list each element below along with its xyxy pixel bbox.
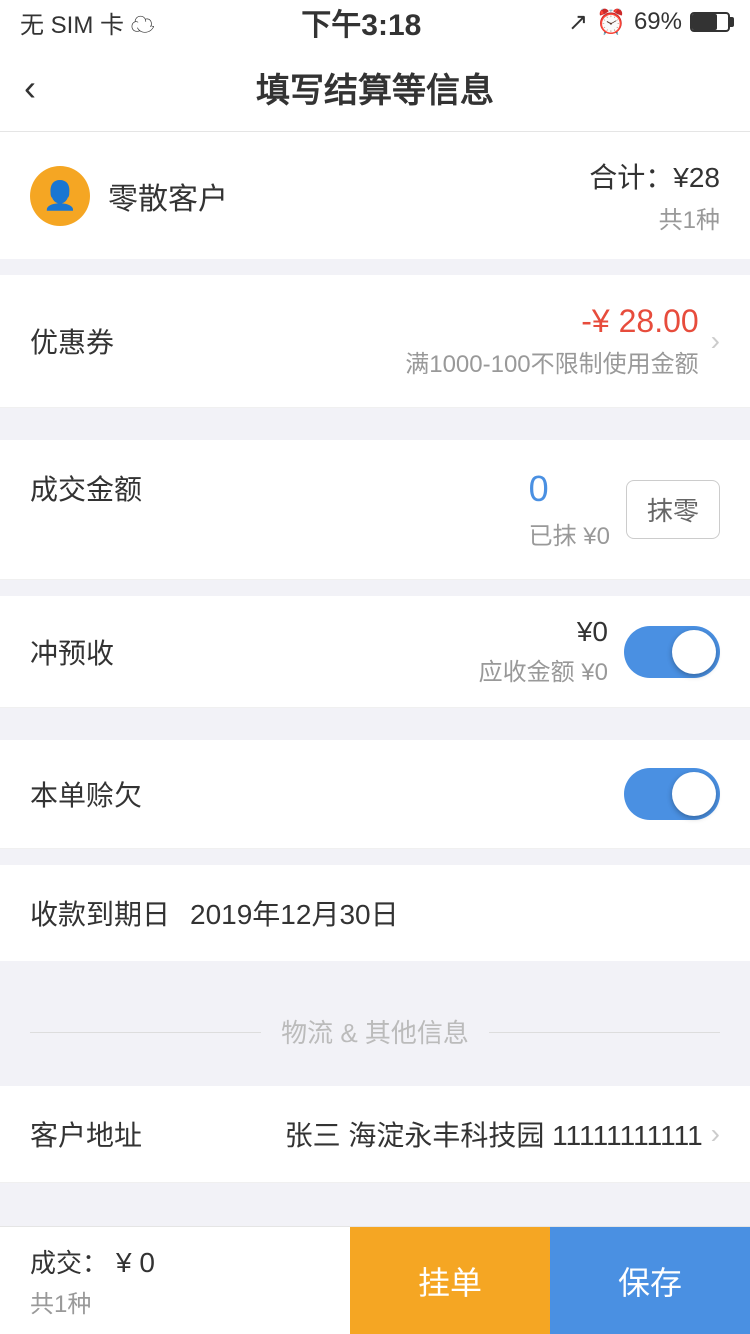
prepay-sub-value: 应收金额 ¥0 [479,652,608,687]
status-bar: 无 SIM 卡 ☁ 下午3:18 ↗ ⏰ 69% [0,0,750,44]
section-divider-4 [0,1070,750,1086]
chevron-right-icon: › [711,325,720,357]
due-date-row: 收款到期日 2019年12月30日 [0,865,750,961]
total-amount: 合计：¥28 [589,156,720,196]
deal-amount-label: 成交金额 [30,468,142,508]
avatar: 👤 [30,166,90,226]
address-row[interactable]: 客户地址 张三 海淀永丰科技园 11111111111 › [0,1086,750,1183]
prepay-values: ¥0 应收金额 ¥0 [479,616,608,687]
coupon-right: -¥ 28.00 满1000-100不限制使用金额 › [405,303,720,379]
customer-right: 合计：¥28 共1种 [589,156,720,235]
due-date-value[interactable]: 2019年12月30日 [190,893,399,933]
coupon-sub: 满1000-100不限制使用金额 [405,344,698,379]
due-date-label: 收款到期日 [30,893,170,933]
deal-amount-row: 成交金额 0 已抹 ¥0 抹零 [0,440,750,580]
prepay-main-value: ¥0 [479,616,608,648]
deal-amount-sub: 已抹 ¥0 [529,516,610,551]
customer-row: 👤 零散客户 合计：¥28 共1种 [0,132,750,259]
debit-toggle-knob [672,772,716,816]
save-button[interactable]: 保存 [550,1227,750,1334]
battery-icon [690,12,730,32]
address-right: 张三 海淀永丰科技园 11111111111 › [285,1114,720,1154]
section-divider-2 [0,724,750,740]
content: 👤 零散客户 合计：¥28 共1种 优惠券 -¥ 28.00 满1000-100… [0,132,750,1319]
debit-label: 本单赊欠 [30,774,142,814]
person-icon: 👤 [43,179,78,212]
nav-bar: ‹ 填写结算等信息 [0,44,750,132]
prepay-right: ¥0 应收金额 ¥0 [479,616,720,687]
section-divider-3 [0,977,750,993]
deal-amount-left: 成交金额 [30,468,142,508]
deal-amount-value-area: 0 已抹 ¥0 [529,468,610,551]
status-left: 无 SIM 卡 ☁ [20,5,155,40]
address-value: 张三 海淀永丰科技园 11111111111 [285,1114,703,1154]
logistics-section-header: 物流 & 其他信息 [0,993,750,1070]
total-count: 共1种 [589,200,720,235]
page-title: 填写结算等信息 [256,63,494,112]
coupon-row[interactable]: 优惠券 -¥ 28.00 满1000-100不限制使用金额 › [0,275,750,408]
toggle-knob [672,630,716,674]
customer-name: 零散客户 [108,174,228,218]
status-time: 下午3:18 [301,0,421,44]
bottom-deal-label: 成交： [30,1243,108,1280]
prepay-row: 冲预收 ¥0 应收金额 ¥0 [0,596,750,708]
address-label: 客户地址 [30,1114,142,1154]
coupon-value: -¥ 28.00 [405,303,698,340]
logistics-label: 物流 & 其他信息 [261,1018,489,1048]
status-right: ↗ ⏰ 69% [568,8,730,37]
sim-status: 无 SIM 卡 ☁ [20,5,155,40]
debit-toggle[interactable] [624,768,720,820]
debit-row: 本单赊欠 [0,740,750,849]
address-chevron-icon: › [711,1118,720,1150]
coupon-label: 优惠券 [30,321,114,361]
location-icon: ↗ [568,8,588,37]
deal-amount-right: 0 已抹 ¥0 抹零 [529,468,720,551]
alarm-icon: ⏰ [596,8,626,37]
bottom-count: 共1种 [30,1284,320,1319]
bottom-deal-line: 成交： ¥ 0 [30,1243,320,1280]
coupon-value-area: -¥ 28.00 满1000-100不限制使用金额 [405,303,698,379]
hold-button[interactable]: 挂单 [350,1227,550,1334]
prepay-toggle[interactable] [624,626,720,678]
round-zero-button[interactable]: 抹零 [626,480,720,539]
customer-left: 👤 零散客户 [30,166,228,226]
deal-amount-value: 0 [529,468,610,510]
back-button[interactable]: ‹ [24,67,36,109]
bottom-bar: 成交： ¥ 0 共1种 挂单 保存 [0,1226,750,1334]
section-divider-1 [0,424,750,440]
prepay-label: 冲预收 [30,632,114,672]
battery-percent: 69% [634,8,682,36]
bottom-info: 成交： ¥ 0 共1种 [0,1243,350,1319]
bottom-deal-amount: ¥ 0 [116,1247,155,1279]
